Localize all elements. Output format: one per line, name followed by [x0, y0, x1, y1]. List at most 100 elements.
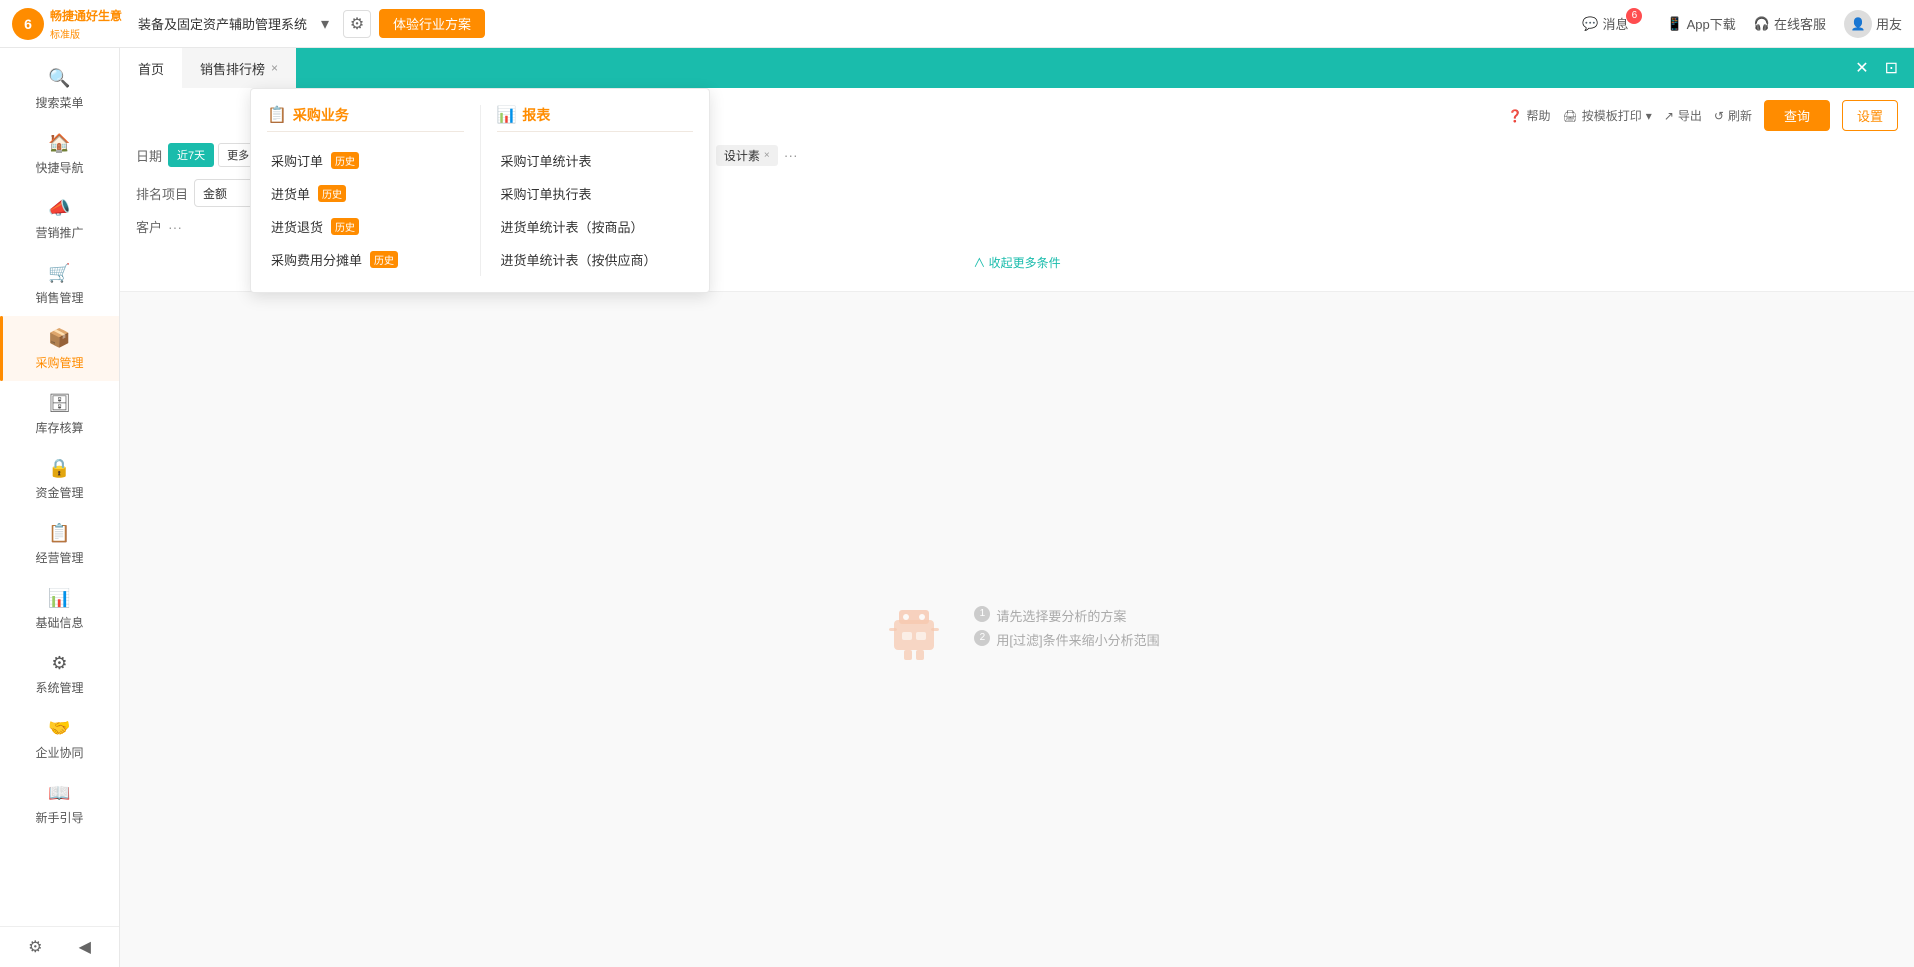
settings-button[interactable]: 设置	[1842, 100, 1898, 131]
sidebar-label-search: 搜索菜单	[35, 94, 83, 111]
dropdown-item-return[interactable]: 进货退货 历史	[267, 210, 464, 243]
report-section-label: 报表	[522, 105, 550, 125]
dropdown-item-supplier-stat[interactable]: 进货单统计表（按供应商）	[497, 243, 694, 276]
export-icon: ↗	[1664, 109, 1674, 123]
message-label: 消息	[1602, 14, 1628, 33]
system-icon: ⚙	[48, 651, 72, 675]
sidebar-label-purchase: 采购管理	[35, 354, 83, 371]
stock-in-history: 历史	[318, 185, 346, 202]
sidebar-label-basic: 基础信息	[35, 614, 83, 631]
date-7days-btn[interactable]: 近7天	[168, 143, 214, 167]
sidebar-item-quick-nav[interactable]: 🏠 快捷导航	[0, 121, 119, 186]
date-label: 日期	[136, 146, 162, 165]
print-btn[interactable]: 🖨 按模板打印 ▾	[1563, 107, 1652, 124]
goods-stat-label: 进货单统计表（按商品）	[501, 217, 644, 236]
active-indicator	[0, 316, 3, 381]
sidebar-item-coop[interactable]: 🤝 企业协同	[0, 706, 119, 771]
sidebar-settings-btn[interactable]: ⚙	[28, 937, 42, 957]
expense-label: 采购费用分摊单	[271, 250, 362, 269]
sidebar-item-system[interactable]: ⚙ 系统管理	[0, 641, 119, 706]
empty-illustration	[874, 590, 954, 670]
dropdown-item-stock-in[interactable]: 进货单 历史	[267, 177, 464, 210]
basic-icon: 📊	[48, 586, 72, 610]
main-layout: 🔍 搜索菜单 🏠 快捷导航 📣 营销推广 🛒 销售管理 📦 采购管理 �	[0, 48, 1914, 967]
return-label: 进货退货	[271, 217, 323, 236]
help-icon: ❓	[1508, 109, 1523, 123]
query-button[interactable]: 查询	[1764, 100, 1830, 131]
logo-icon: 6	[12, 8, 44, 40]
purchase-section-icon: 📋	[267, 105, 287, 125]
sidebar-item-business[interactable]: 📋 经营管理	[0, 511, 119, 576]
refresh-btn[interactable]: ↺ 刷新	[1714, 107, 1752, 124]
tab-bar: 首页 销售排行榜 × ✕ ⊡	[120, 48, 1914, 88]
goods-more-btn[interactable]: ···	[784, 147, 798, 163]
dropdown-item-order-exec[interactable]: 采购订单执行表	[497, 177, 694, 210]
logo-area: 6 畅捷通好生意 标准版	[12, 7, 130, 41]
stock-in-label: 进货单	[271, 184, 310, 203]
avatar: 👤	[1844, 10, 1872, 38]
sidebar-item-search[interactable]: 🔍 搜索菜单	[0, 56, 119, 121]
rank-label: 排名项目	[136, 184, 188, 203]
sidebar-label-sales: 销售管理	[35, 289, 83, 306]
sidebar: 🔍 搜索菜单 🏠 快捷导航 📣 营销推广 🛒 销售管理 📦 采购管理 �	[0, 48, 120, 967]
coop-icon: 🤝	[48, 716, 72, 740]
sidebar-item-sales[interactable]: 🛒 销售管理	[0, 251, 119, 316]
online-service-item[interactable]: 🎧 在线客服	[1754, 14, 1826, 33]
marketing-icon: 📣	[48, 196, 72, 220]
print-icon: 🖨	[1563, 109, 1578, 123]
app-download-item[interactable]: 📱 App下载	[1666, 14, 1735, 33]
tab-sales-rank[interactable]: 销售排行榜 ×	[182, 48, 296, 88]
dropdown-item-expense[interactable]: 采购费用分摊单 历史	[267, 243, 464, 276]
sidebar-collapse-btn[interactable]: ◀	[79, 937, 91, 957]
sidebar-item-capital[interactable]: 🔒 资金管理	[0, 446, 119, 511]
user-item[interactable]: 👤 用友	[1844, 10, 1902, 38]
capital-icon: 🔒	[48, 456, 72, 480]
settings-gear[interactable]: ⚙	[343, 10, 371, 38]
purchase-dropdown-menu: 📋 采购业务 采购订单 历史 进货单 历史 进货退货 历史 采购费用分摊单	[250, 88, 710, 293]
report-section-title: 📊 报表	[497, 105, 694, 132]
dropdown-item-order-stat[interactable]: 采购订单统计表	[497, 144, 694, 177]
sidebar-item-basic[interactable]: 📊 基础信息	[0, 576, 119, 641]
sidebar-item-inventory[interactable]: 🗄 库存核算	[0, 381, 119, 446]
help-btn[interactable]: ❓ 帮助	[1508, 107, 1551, 124]
dropdown-item-goods-stat[interactable]: 进货单统计表（按商品）	[497, 210, 694, 243]
customer-more-btn[interactable]: ···	[168, 219, 182, 235]
top-nav-right: 💬 消息 6 📱 App下载 🎧 在线客服 👤 用友	[1582, 10, 1902, 38]
empty-hints: 1 请先选择要分析的方案 2 用[过滤]条件来缩小分析范围	[974, 606, 1159, 654]
app-version: 标准版	[50, 26, 122, 41]
sidebar-item-guide[interactable]: 📖 新手引导	[0, 771, 119, 836]
business-icon: 📋	[48, 521, 72, 545]
customer-field: 客户 ···	[136, 217, 182, 236]
expense-history: 历史	[370, 251, 398, 268]
search-icon: 🔍	[48, 66, 72, 90]
tab-restore-icon[interactable]: ⊡	[1881, 54, 1902, 82]
hint-num-2: 2	[974, 630, 990, 646]
empty-content: 1 请先选择要分析的方案 2 用[过滤]条件来缩小分析范围	[874, 590, 1159, 670]
order-exec-label: 采购订单执行表	[501, 184, 592, 203]
sidebar-label-marketing: 营销推广	[35, 224, 83, 241]
goods-tag-close[interactable]: ×	[764, 150, 770, 161]
purchase-order-label: 采购订单	[271, 151, 323, 170]
system-title: 装备及固定资产辅助管理系统	[138, 14, 307, 33]
report-section-icon: 📊	[497, 105, 517, 125]
sidebar-item-marketing[interactable]: 📣 营销推广	[0, 186, 119, 251]
export-btn[interactable]: ↗ 导出	[1664, 107, 1702, 124]
sidebar-label-coop: 企业协同	[35, 744, 83, 761]
sidebar-item-purchase[interactable]: 📦 采购管理	[0, 316, 119, 381]
sidebar-label-inventory: 库存核算	[35, 419, 83, 436]
hint-num-1: 1	[974, 606, 990, 622]
industry-btn[interactable]: 体验行业方案	[379, 9, 485, 38]
goods-tag: 设计素 ×	[716, 145, 778, 166]
rank-value: 金额	[203, 185, 227, 202]
tab-close-window-icon[interactable]: ✕	[1851, 54, 1872, 82]
inventory-icon: 🗄	[48, 391, 72, 415]
tab-close-icon[interactable]: ×	[271, 61, 278, 75]
system-dropdown[interactable]: ▾	[315, 14, 335, 34]
dropdown-item-purchase-order[interactable]: 采购订单 历史	[267, 144, 464, 177]
sidebar-label-guide: 新手引导	[35, 809, 83, 826]
sidebar-bottom: ⚙ ◀	[0, 926, 119, 967]
tab-home[interactable]: 首页	[120, 48, 182, 88]
messages-item[interactable]: 💬 消息 6	[1582, 14, 1648, 33]
user-label: 用友	[1876, 14, 1902, 33]
content-area: 首页 销售排行榜 × ✕ ⊡ ❓ 帮助 🖨 按模板打印	[120, 48, 1914, 967]
